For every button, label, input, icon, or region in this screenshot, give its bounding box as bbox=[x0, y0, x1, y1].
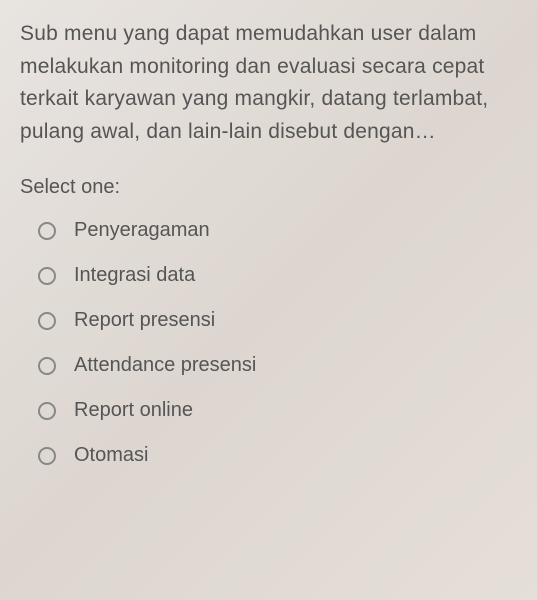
option-label: Report presensi bbox=[74, 309, 215, 332]
option-report-online[interactable]: Report online bbox=[38, 399, 517, 422]
option-label: Attendance presensi bbox=[74, 354, 256, 377]
radio-icon bbox=[38, 402, 56, 420]
question-text: Sub menu yang dapat memudahkan user dala… bbox=[20, 18, 517, 148]
option-label: Otomasi bbox=[74, 444, 148, 467]
option-penyeragaman[interactable]: Penyeragaman bbox=[38, 219, 517, 242]
option-integrasi-data[interactable]: Integrasi data bbox=[38, 264, 517, 287]
option-report-presensi[interactable]: Report presensi bbox=[38, 309, 517, 332]
option-label: Penyeragaman bbox=[74, 219, 210, 242]
radio-icon bbox=[38, 447, 56, 465]
options-list: Penyeragaman Integrasi data Report prese… bbox=[20, 219, 517, 467]
radio-icon bbox=[38, 222, 56, 240]
option-label: Integrasi data bbox=[74, 264, 195, 287]
select-one-label: Select one: bbox=[20, 176, 517, 199]
radio-icon bbox=[38, 357, 56, 375]
radio-icon bbox=[38, 267, 56, 285]
option-attendance-presensi[interactable]: Attendance presensi bbox=[38, 354, 517, 377]
radio-icon bbox=[38, 312, 56, 330]
option-otomasi[interactable]: Otomasi bbox=[38, 444, 517, 467]
option-label: Report online bbox=[74, 399, 193, 422]
